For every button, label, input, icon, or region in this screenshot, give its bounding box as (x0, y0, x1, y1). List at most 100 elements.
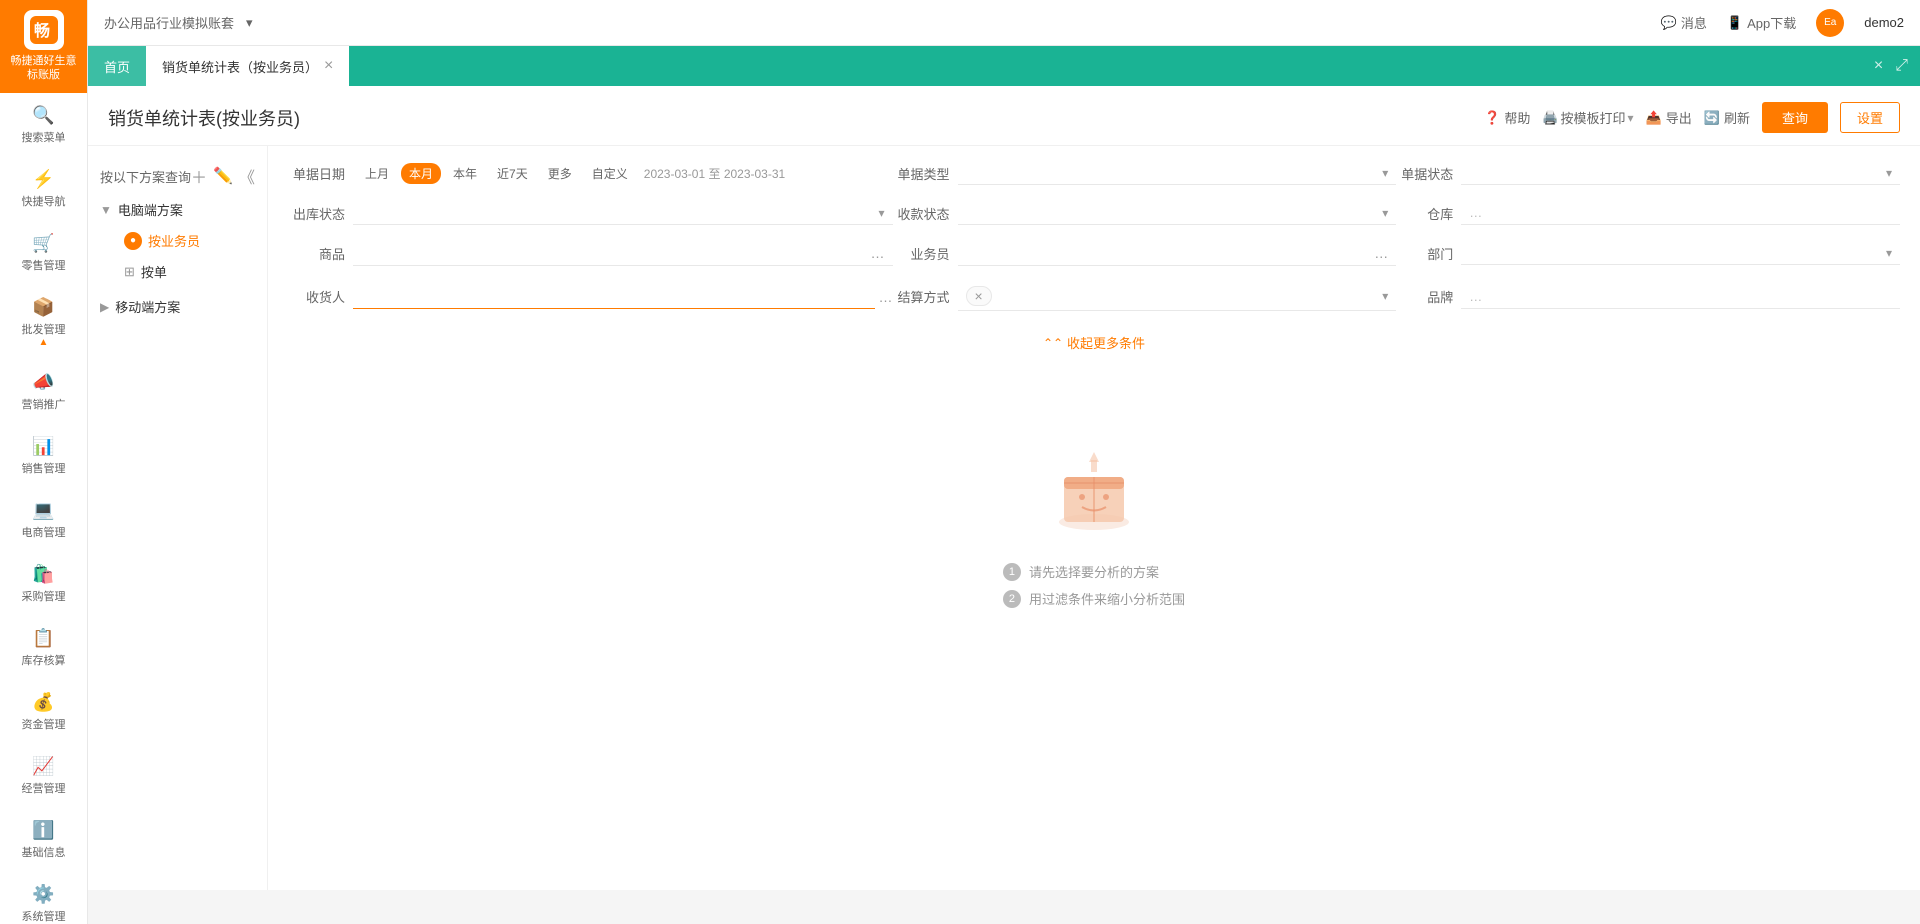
logo-text: 畅捷通好生意 标账版 (11, 54, 77, 83)
date-this-month[interactable]: 本月 (401, 163, 441, 184)
status-select[interactable]: ▾ (1461, 162, 1900, 185)
dept-arrow: ▾ (1886, 246, 1892, 260)
filter-status: 单据状态 ▾ (1396, 162, 1900, 185)
sidebar-item-finance[interactable]: 💰 资金管理 (0, 680, 87, 744)
settings-button[interactable]: 设置 (1840, 102, 1900, 133)
scheme-by-staff[interactable]: ● 按业务员 (88, 225, 267, 256)
settlement-arrow: ▾ (1382, 289, 1388, 303)
settlement-tag-close[interactable]: × (975, 289, 983, 303)
ecommerce-icon: 💻 (32, 500, 54, 521)
refresh-icon: 🔄 (1704, 110, 1720, 126)
consignee-more[interactable]: … (879, 289, 893, 305)
marketing-icon: 📣 (32, 372, 54, 393)
query-button[interactable]: 查询 (1762, 102, 1828, 133)
date-more[interactable]: 更多 (540, 163, 580, 184)
sidebar-item-basic[interactable]: ℹ️ 基础信息 (0, 808, 87, 872)
outbound-select[interactable]: ▾ (353, 202, 893, 225)
sidebar-item-purchase[interactable]: 🛍️ 采购管理 (0, 552, 87, 616)
filter-row-3: 商品 … 业务员 … (288, 241, 1900, 266)
type-select[interactable]: ▾ (958, 162, 1397, 185)
sidebar-item-shortcut[interactable]: ⚡ 快捷导航 (0, 157, 87, 221)
consignee-input[interactable] (353, 285, 875, 309)
retail-icon: 🛒 (32, 233, 54, 254)
date-custom[interactable]: 自定义 (584, 163, 636, 184)
goods-more[interactable]: … (871, 245, 885, 261)
staff-select[interactable]: … (958, 241, 1397, 266)
dept-select[interactable]: ▾ (1461, 242, 1900, 265)
sidebar-item-retail[interactable]: 🛒 零售管理 (0, 221, 87, 285)
status-label: 单据状态 (1396, 164, 1461, 183)
sidebar-item-operations[interactable]: 📈 经营管理 (0, 744, 87, 808)
tab-expand-button[interactable]: ⤢ (1891, 53, 1912, 79)
settlement-tag: × (966, 286, 992, 306)
filter-row-4: 收货人 … 结算方式 × ▾ (288, 282, 1900, 311)
export-button[interactable]: 📤 导出 (1646, 108, 1692, 127)
topbar-dropdown[interactable]: ▾ (246, 15, 253, 31)
empty-state: 1 请先选择要分析的方案 2 用过滤条件来缩小分析范围 (288, 362, 1900, 688)
tab-close-icon[interactable]: × (324, 58, 333, 74)
print-dropdown-arrow[interactable]: ▾ (1628, 111, 1634, 125)
download-icon: 📱 (1727, 15, 1743, 31)
msg-button[interactable]: 💬 消息 (1661, 13, 1707, 32)
tab-home[interactable]: 首页 (88, 46, 146, 86)
goods-select[interactable]: … (353, 241, 893, 266)
settlement-label: 结算方式 (893, 287, 958, 306)
filter-type: 单据类型 ▾ (893, 162, 1397, 185)
operations-icon: 📈 (32, 756, 54, 777)
edit-scheme-button[interactable]: ✏️ (213, 166, 233, 186)
collapse-button[interactable]: ⌃⌃ 收起更多条件 (288, 327, 1900, 352)
print-icon: 🖨️ (1542, 110, 1558, 126)
goods-label: 商品 (288, 244, 353, 263)
sidebar-item-marketing[interactable]: 📣 营销推广 (0, 360, 87, 424)
staff-label: 业务员 (893, 244, 958, 263)
side-panel-tools: ＋ ✏️ 《 (191, 164, 255, 188)
collapse-icon: ⌃⌃ (1043, 336, 1063, 350)
warehouse-label: 仓库 (1396, 204, 1461, 223)
payment-label: 收款状态 (893, 204, 958, 223)
warehouse-select[interactable]: … (1461, 201, 1900, 225)
wholesale-icon: 📦 (32, 297, 54, 318)
consignee-label: 收货人 (288, 287, 353, 306)
add-scheme-button[interactable]: ＋ (191, 164, 207, 188)
empty-hints: 1 请先选择要分析的方案 2 用过滤条件来缩小分析范围 (1003, 562, 1185, 608)
dept-label: 部门 (1396, 244, 1461, 263)
sidebar-item-sales[interactable]: 📊 销售管理 (0, 424, 87, 488)
staff-more[interactable]: … (1374, 245, 1388, 261)
payment-select[interactable]: ▾ (958, 202, 1397, 225)
refresh-button[interactable]: 🔄 刷新 (1704, 108, 1750, 127)
scheme-mobile[interactable]: ▶ 移动端方案 (88, 291, 267, 322)
filter-brand: 品牌 … (1396, 285, 1900, 309)
tab-close-button[interactable]: × (1870, 53, 1887, 79)
brand-select[interactable]: … (1461, 285, 1900, 309)
scheme-pc[interactable]: ▼ 电脑端方案 (88, 194, 267, 225)
print-button[interactable]: 🖨️ 按模板打印 ▾ (1542, 108, 1633, 127)
date-last-month[interactable]: 上月 (357, 163, 397, 184)
user-name[interactable]: demo2 (1864, 15, 1904, 30)
logo[interactable]: 畅 畅捷通好生意 标账版 (0, 0, 87, 93)
sidebar-item-inventory[interactable]: 📋 库存核算 (0, 616, 87, 680)
sidebar-item-search[interactable]: 🔍 搜索菜单 (0, 93, 87, 157)
empty-hint-2: 2 用过滤条件来缩小分析范围 (1003, 589, 1185, 608)
export-icon: 📤 (1646, 110, 1662, 126)
sidebar-item-system[interactable]: ⚙️ 系统管理 (0, 872, 87, 924)
help-button[interactable]: ❓ 帮助 (1484, 108, 1530, 127)
app-download-button[interactable]: 📱 App下载 (1727, 13, 1796, 32)
topbar-right: 💬 消息 📱 App下载 Ea demo2 (1661, 9, 1904, 37)
sidebar-item-ecommerce[interactable]: 💻 电商管理 (0, 488, 87, 552)
filter-row-2: 出库状态 ▾ 收款状态 ▾ (288, 201, 1900, 225)
search-icon: 🔍 (32, 105, 54, 126)
date-section: 上月 本月 本年 近7天 更多 自定义 2023-03-01 至 2023-03… (353, 163, 893, 184)
svg-text:畅: 畅 (34, 21, 50, 40)
scheme-by-staff-label: 按业务员 (148, 231, 200, 250)
collapse-panel-button[interactable]: 《 (239, 164, 255, 188)
sidebar-item-wholesale[interactable]: 📦 批发管理 ▲ (0, 285, 87, 360)
avatar[interactable]: Ea (1816, 9, 1844, 37)
tab-sales-stat[interactable]: 销货单统计表（按业务员） × (146, 46, 349, 86)
date-7days[interactable]: 近7天 (489, 163, 536, 184)
settlement-select[interactable]: × ▾ (958, 282, 1397, 311)
filter-area: 单据日期 上月 本月 本年 近7天 更多 自定义 20 (268, 146, 1920, 890)
date-this-year[interactable]: 本年 (445, 163, 485, 184)
finance-icon: 💰 (32, 692, 54, 713)
sales-stat-tab-label: 销货单统计表（按业务员） (162, 57, 318, 76)
scheme-by-order[interactable]: ⊞ 按单 (88, 256, 267, 287)
